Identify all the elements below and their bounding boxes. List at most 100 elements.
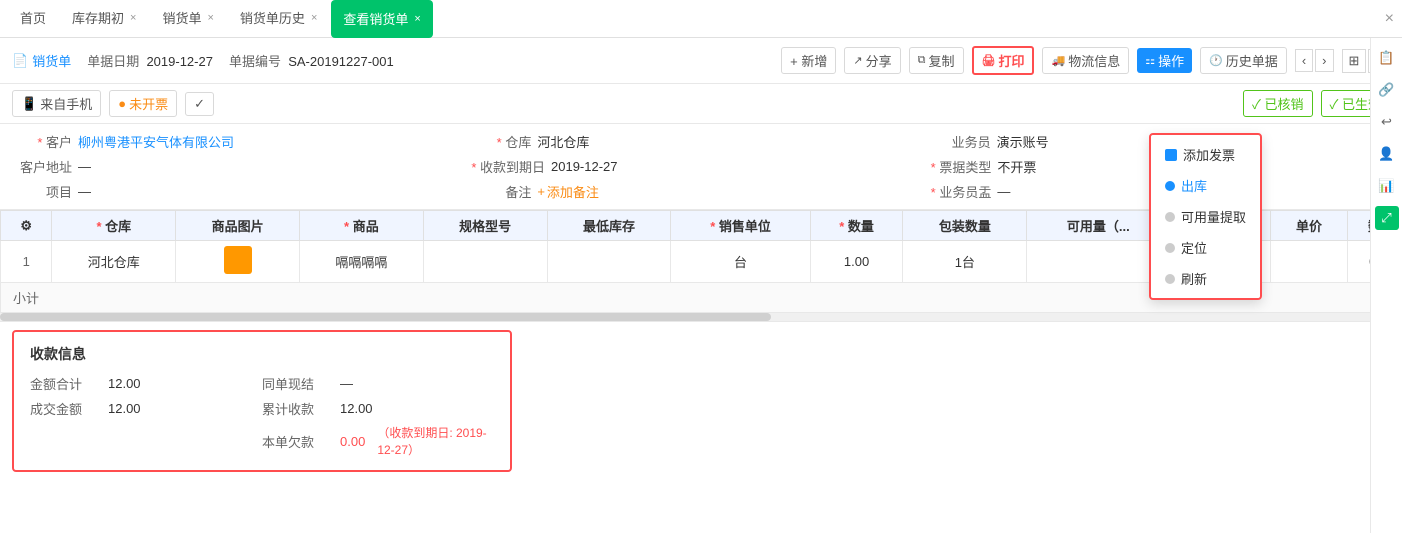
owed-row: 本单欠款 0.00 （收款到期日: 2019-12-27） — [262, 424, 494, 458]
dropdown-outbound[interactable]: 出库 — [1151, 170, 1260, 201]
dropdown-refresh[interactable]: 刷新 — [1151, 263, 1260, 294]
owed-value: 0.00 — [340, 434, 365, 449]
salesperson-label: 业务员 — [931, 132, 991, 151]
tab-sales-history[interactable]: 销货单历史 × — [228, 0, 329, 38]
row-unit: 台 — [671, 241, 810, 283]
cancelled-label: ✓ 已核销 — [1252, 94, 1304, 113]
copy-button[interactable]: ⧉ 复制 — [909, 47, 964, 74]
sidebar-chart-button[interactable]: 📊 — [1375, 174, 1399, 198]
payment-grid: 金额合计 12.00 同单现结 — 成交金额 12.00 累计收款 12.00 — [30, 374, 494, 458]
col-min-stock: 最低库存 — [547, 211, 671, 241]
cancelled-button[interactable]: ✓ 已核销 — [1243, 90, 1313, 117]
number-value: SA-20191227-001 — [288, 54, 394, 69]
tab-inventory-close[interactable]: × — [130, 12, 136, 24]
tab-home-label: 首页 — [20, 8, 46, 27]
new-label: + 新增 — [790, 51, 827, 70]
add-note-label: 添加备注 — [547, 182, 599, 201]
date-label: 单据日期 2019-12-27 — [87, 51, 213, 70]
next-button[interactable]: › — [1315, 49, 1333, 72]
not-open-label: 未开票 — [129, 94, 168, 113]
tab-inventory[interactable]: 库存期初 × — [60, 0, 148, 38]
col-unit: * 销售单位 — [671, 211, 810, 241]
deal-value: 12.00 — [108, 401, 141, 416]
address-label: 客户地址 — [12, 157, 72, 176]
tab-sales-order-label: 销货单 — [162, 8, 201, 27]
print-icon: 🖨 — [982, 54, 996, 67]
outbound-icon — [1165, 181, 1175, 191]
note-row: 备注 + 添加备注 — [471, 182, 930, 201]
logistics-button[interactable]: 🚚 物流信息 — [1042, 47, 1129, 74]
row-img — [176, 241, 300, 283]
note-label: 备注 — [471, 182, 531, 201]
window-close-button[interactable]: × — [1385, 10, 1394, 28]
sidebar-clipboard-button[interactable]: 📋 — [1375, 46, 1399, 70]
col-product: * 商品 — [299, 211, 423, 241]
nav-arrows: ‹ › — [1295, 49, 1334, 72]
col-price: 单价 — [1270, 211, 1347, 241]
due-date-value: 2019-12-27 — [551, 159, 618, 174]
number-field-label: 单据编号 — [229, 54, 281, 69]
prev-button[interactable]: ‹ — [1295, 49, 1313, 72]
same-order-row: 同单现结 — — [262, 374, 494, 393]
sidebar-return-button[interactable]: ↩ — [1375, 110, 1399, 134]
row-pkg: 1台 — [903, 241, 1027, 283]
operations-dropdown: 添加发票 出库 可用量提取 定位 刷新 — [1149, 133, 1262, 300]
tab-inventory-label: 库存期初 — [72, 8, 124, 27]
grid-view-button[interactable]: ⊞ — [1342, 49, 1367, 73]
add-invoice-label: 添加发票 — [1183, 145, 1235, 164]
product-image — [224, 246, 252, 274]
not-open-button[interactable]: ● 未开票 — [109, 90, 177, 117]
operations-label: 操作 — [1158, 51, 1184, 70]
available-qty-icon — [1165, 212, 1175, 222]
tab-sales-history-close[interactable]: × — [311, 12, 317, 24]
link-icon: 🔗 — [1378, 82, 1394, 98]
same-order-label: 同单现结 — [262, 374, 332, 393]
user-icon: 👤 — [1378, 146, 1394, 162]
customer-value[interactable]: 柳州粤港平安气体有限公司 — [78, 132, 234, 151]
row-product: 嗝嗝嗝嗝 — [299, 241, 423, 283]
col-settings[interactable]: ⚙ — [1, 211, 52, 241]
warehouse-value: 河北仓库 — [537, 132, 589, 151]
operations-button[interactable]: ⚏ 操作 — [1137, 48, 1192, 73]
refresh-label: 刷新 — [1181, 269, 1207, 288]
tab-view-sales[interactable]: 查看销货单 × — [331, 0, 432, 38]
history-icon: 🕐 — [1209, 54, 1223, 67]
tab-sales-order[interactable]: 销货单 × — [150, 0, 225, 38]
add-note-button[interactable]: + 添加备注 — [537, 182, 599, 201]
warehouse-row: * 仓库 河北仓库 — [471, 132, 930, 151]
from-phone-button[interactable]: 📱 来自手机 — [12, 90, 101, 117]
sidebar-link-button[interactable]: 🔗 — [1375, 78, 1399, 102]
project-value: — — [78, 184, 91, 199]
logistics-label: 物流信息 — [1068, 51, 1120, 70]
tab-home[interactable]: 首页 — [8, 0, 58, 38]
dropdown-locate[interactable]: 定位 — [1151, 232, 1260, 263]
dropdown-add-invoice[interactable]: 添加发票 — [1151, 139, 1260, 170]
print-button[interactable]: 🖨 打印 — [972, 46, 1035, 75]
address-value: — — [78, 159, 91, 174]
locate-icon — [1165, 243, 1175, 253]
customer-row: * 客户 柳州粤港平安气体有限公司 — [12, 132, 471, 151]
refresh-icon — [1165, 274, 1175, 284]
dropdown-available-qty[interactable]: 可用量提取 — [1151, 201, 1260, 232]
share-icon: ↗ — [853, 54, 862, 67]
tab-view-sales-label: 查看销货单 — [343, 9, 408, 28]
number-label: 单据编号 SA-20191227-001 — [229, 51, 394, 70]
share-button[interactable]: ↗ 分享 — [844, 47, 900, 74]
tab-view-sales-close[interactable]: × — [414, 13, 420, 25]
confirm-button[interactable]: ✓ — [185, 92, 214, 116]
sidebar-user-button[interactable]: 👤 — [1375, 142, 1399, 166]
cumulative-value: 12.00 — [340, 401, 373, 416]
locate-label: 定位 — [1181, 238, 1207, 257]
history-button[interactable]: 🕐 历史单据 — [1200, 47, 1287, 74]
tab-sales-order-close[interactable]: × — [207, 12, 213, 24]
cumulative-label: 累计收款 — [262, 399, 332, 418]
col-qty: * 数量 — [810, 211, 903, 241]
row-min-stock — [547, 241, 671, 283]
doc-type-badge: 📄 销货单 — [12, 51, 71, 70]
content-area: 📄 销货单 单据日期 2019-12-27 单据编号 SA-20191227-0… — [0, 38, 1402, 533]
new-button[interactable]: + 新增 — [781, 47, 836, 74]
deal-row: 成交金额 12.00 — [30, 399, 262, 418]
date-field-label: 单据日期 — [87, 54, 139, 69]
sidebar-expand-button[interactable]: ⤢ — [1375, 206, 1399, 230]
tab-sales-history-label: 销货单历史 — [240, 8, 305, 27]
